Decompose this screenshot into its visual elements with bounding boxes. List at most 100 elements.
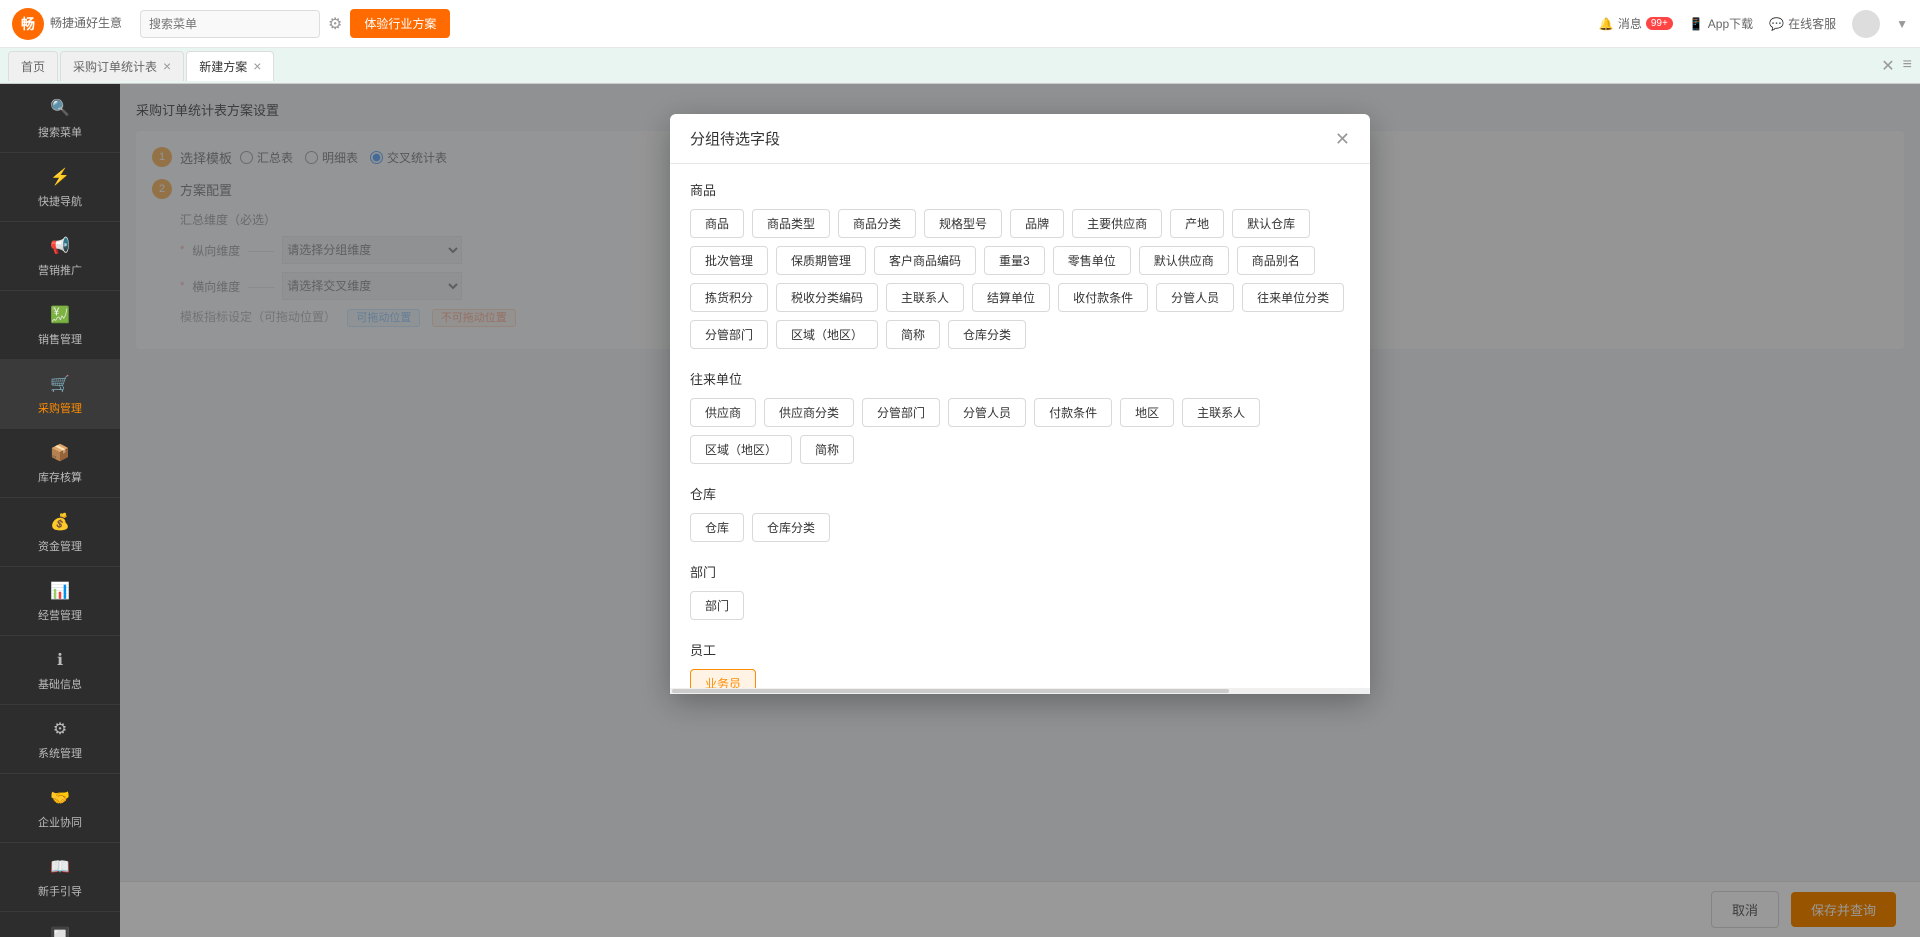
sidebar-item-operations[interactable]: 📊 经营管理 bbox=[0, 567, 120, 636]
field-tag[interactable]: 商品类型 bbox=[752, 209, 830, 238]
tab-more-icon[interactable]: ≡ bbox=[1903, 56, 1912, 76]
section-title: 商品 bbox=[690, 180, 1350, 199]
field-tag[interactable]: 默认仓库 bbox=[1232, 209, 1310, 238]
field-tag[interactable]: 规格型号 bbox=[924, 209, 1002, 238]
field-tag[interactable]: 商品别名 bbox=[1237, 246, 1315, 275]
field-tag[interactable]: 结算单位 bbox=[972, 283, 1050, 312]
tab-close-purchase[interactable]: × bbox=[163, 59, 171, 73]
sidebar-item-quicknav[interactable]: ⚡ 快捷导航 bbox=[0, 153, 120, 222]
scrollbar-thumb-h[interactable] bbox=[672, 689, 1229, 693]
field-tag[interactable]: 主联系人 bbox=[886, 283, 964, 312]
modal-title: 分组待选字段 bbox=[690, 128, 780, 149]
field-tag[interactable]: 供应商 bbox=[690, 398, 756, 427]
guide-icon: 📖 bbox=[48, 855, 72, 879]
field-tag[interactable]: 付款条件 bbox=[1034, 398, 1112, 427]
field-tag[interactable]: 简称 bbox=[886, 320, 940, 349]
online-service-item[interactable]: 💬 在线客服 bbox=[1769, 15, 1836, 32]
field-tag[interactable]: 分管人员 bbox=[1156, 283, 1234, 312]
user-menu-icon[interactable]: ▼ bbox=[1896, 17, 1908, 31]
operations-icon: 📊 bbox=[48, 579, 72, 603]
field-tag[interactable]: 产地 bbox=[1170, 209, 1224, 238]
system-icon: ⚙ bbox=[48, 717, 72, 741]
tab-purchase-stats[interactable]: 采购订单统计表 × bbox=[60, 51, 184, 81]
section-title: 往来单位 bbox=[690, 369, 1350, 388]
modal-body: 商品商品商品类型商品分类规格型号品牌主要供应商产地默认仓库批次管理保质期管理客户… bbox=[670, 164, 1370, 688]
field-tags: 商品商品类型商品分类规格型号品牌主要供应商产地默认仓库批次管理保质期管理客户商品… bbox=[690, 209, 1350, 349]
field-tag[interactable]: 分管人员 bbox=[948, 398, 1026, 427]
field-tag[interactable]: 默认供应商 bbox=[1139, 246, 1229, 275]
sidebar-item-inventory[interactable]: 📦 库存核算 bbox=[0, 429, 120, 498]
service-icon: 💬 bbox=[1769, 17, 1784, 31]
field-tag[interactable]: 重量3 bbox=[984, 246, 1045, 275]
field-tag[interactable]: 主要供应商 bbox=[1072, 209, 1162, 238]
field-tag[interactable]: 保质期管理 bbox=[776, 246, 866, 275]
field-section-往来单位: 往来单位供应商供应商分类分管部门分管人员付款条件地区主联系人区域（地区） 简称 bbox=[690, 369, 1350, 464]
field-tag[interactable]: 往来单位分类 bbox=[1242, 283, 1344, 312]
message-item[interactable]: 🔔 消息 99+ bbox=[1599, 15, 1673, 32]
sales-icon: 💹 bbox=[48, 303, 72, 327]
field-tag[interactable]: 仓库分类 bbox=[752, 513, 830, 542]
top-right: 🔔 消息 99+ 📱 App下载 💬 在线客服 ▼ bbox=[1599, 10, 1908, 38]
user-avatar[interactable] bbox=[1852, 10, 1880, 38]
field-section-员工: 员工业务员 bbox=[690, 640, 1350, 688]
sidebar-item-search[interactable]: 🔍 搜索菜单 bbox=[0, 84, 120, 153]
field-tag[interactable]: 分管部门 bbox=[862, 398, 940, 427]
logo-icon: 畅 bbox=[12, 8, 44, 40]
tab-add-icon[interactable]: ✕ bbox=[1881, 56, 1894, 76]
modal-scrollbar-horizontal bbox=[670, 688, 1370, 694]
field-tag[interactable]: 客户商品编码 bbox=[874, 246, 976, 275]
field-tag[interactable]: 主联系人 bbox=[1182, 398, 1260, 427]
tab-close-newplan[interactable]: × bbox=[253, 59, 261, 73]
field-tag[interactable]: 商品分类 bbox=[838, 209, 916, 238]
field-tag[interactable]: 分管部门 bbox=[690, 320, 768, 349]
logo-text: 畅捷通好生意 bbox=[50, 16, 122, 32]
field-section-部门: 部门部门 bbox=[690, 562, 1350, 620]
field-tag[interactable]: 地区 bbox=[1120, 398, 1174, 427]
message-badge: 99+ bbox=[1646, 17, 1673, 30]
field-tag[interactable]: 商品 bbox=[690, 209, 744, 238]
sidebar-item-basic[interactable]: ℹ 基础信息 bbox=[0, 636, 120, 705]
sidebar-item-system[interactable]: ⚙ 系统管理 bbox=[0, 705, 120, 774]
sidebar-item-enterprise[interactable]: 🤝 企业协同 bbox=[0, 774, 120, 843]
quicknav-icon: ⚡ bbox=[48, 165, 72, 189]
field-tag[interactable]: 供应商分类 bbox=[764, 398, 854, 427]
apps-icon: 🔲 bbox=[48, 924, 72, 937]
purchase-icon: 🛒 bbox=[48, 372, 72, 396]
section-title: 员工 bbox=[690, 640, 1350, 659]
tab-new-plan[interactable]: 新建方案 × bbox=[186, 51, 274, 81]
top-bar: 畅 畅捷通好生意 ⚙ 体验行业方案 🔔 消息 99+ 📱 App下载 💬 在线客… bbox=[0, 0, 1920, 48]
field-tag[interactable]: 收付款条件 bbox=[1058, 283, 1148, 312]
field-tag[interactable]: 部门 bbox=[690, 591, 744, 620]
field-tag[interactable]: 业务员 bbox=[690, 669, 756, 688]
field-tag[interactable]: 仓库分类 bbox=[948, 320, 1026, 349]
search-icon: 🔍 bbox=[48, 96, 72, 120]
field-tag[interactable]: 区域（地区） bbox=[776, 320, 878, 349]
field-tag[interactable]: 拣货积分 bbox=[690, 283, 768, 312]
sidebar-item-apps[interactable]: 🔲 应用中心 bbox=[0, 912, 120, 937]
section-title: 部门 bbox=[690, 562, 1350, 581]
field-tag[interactable]: 仓库 bbox=[690, 513, 744, 542]
modal-close-btn[interactable]: ✕ bbox=[1335, 130, 1350, 148]
message-icon: 🔔 bbox=[1599, 17, 1614, 31]
field-tag[interactable]: 批次管理 bbox=[690, 246, 768, 275]
field-tag[interactable]: 零售单位 bbox=[1053, 246, 1131, 275]
enterprise-icon: 🤝 bbox=[48, 786, 72, 810]
field-tags: 业务员 bbox=[690, 669, 1350, 688]
finance-icon: 💰 bbox=[48, 510, 72, 534]
field-tag[interactable]: 简称 bbox=[800, 435, 854, 464]
tab-home[interactable]: 首页 bbox=[8, 51, 58, 81]
field-tag[interactable]: 税收分类编码 bbox=[776, 283, 878, 312]
sidebar-item-guide[interactable]: 📖 新手引导 bbox=[0, 843, 120, 912]
sidebar-item-sales[interactable]: 💹 销售管理 bbox=[0, 291, 120, 360]
sidebar-item-purchase[interactable]: 🛒 采购管理 bbox=[0, 360, 120, 429]
search-input[interactable] bbox=[140, 10, 320, 38]
field-tag[interactable]: 区域（地区） bbox=[690, 435, 792, 464]
sidebar-item-finance[interactable]: 💰 资金管理 bbox=[0, 498, 120, 567]
field-tags: 仓库仓库分类 bbox=[690, 513, 1350, 542]
field-tag[interactable]: 品牌 bbox=[1010, 209, 1064, 238]
app-download-item[interactable]: 📱 App下载 bbox=[1689, 15, 1753, 32]
marketing-icon: 📢 bbox=[48, 234, 72, 258]
settings-icon[interactable]: ⚙ bbox=[328, 14, 342, 34]
sidebar-item-marketing[interactable]: 📢 营销推广 bbox=[0, 222, 120, 291]
experience-btn[interactable]: 体验行业方案 bbox=[350, 9, 450, 38]
